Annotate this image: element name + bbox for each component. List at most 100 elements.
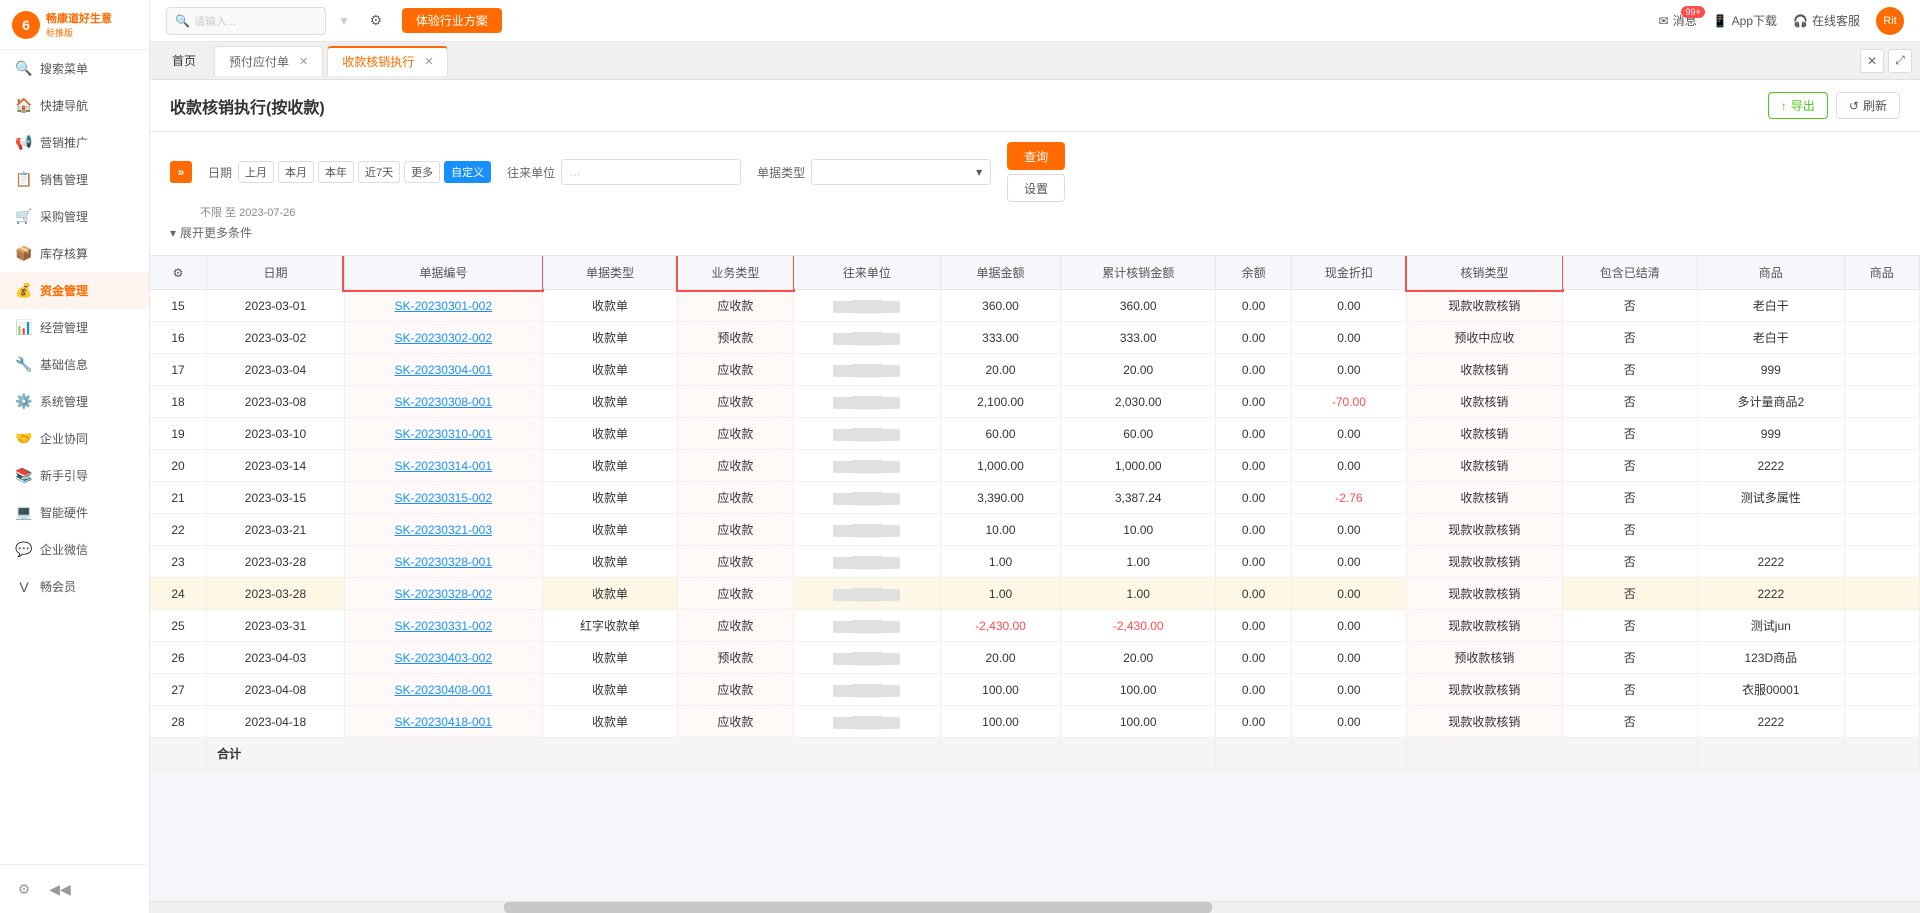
row-date: 2023-03-21 xyxy=(207,514,345,546)
sidebar-item-member[interactable]: V 畅会员 xyxy=(0,568,149,605)
sidebar-item-finance[interactable]: 💰 资金管理 xyxy=(0,272,149,309)
sidebar-item-guide[interactable]: 📚 新手引导 xyxy=(0,457,149,494)
filter-settings-button[interactable]: 设置 xyxy=(1007,174,1065,202)
row-canceltype: 预收中应收 xyxy=(1407,322,1563,354)
col-date-header[interactable]: 日期 xyxy=(207,256,345,290)
sidebar-item-corp[interactable]: 🤝 企业协同 xyxy=(0,420,149,457)
row-cashdiscount: 0.00 xyxy=(1291,642,1406,674)
col-partner-header[interactable]: 往来单位 xyxy=(793,256,940,290)
table-row: 24 2023-03-28 SK-20230328-002 收款单 应收款 ██… xyxy=(150,578,1920,610)
sidebar-logo: 6 畅康道好生意 标推版 xyxy=(0,0,149,50)
docno-link[interactable]: SK-20230310-001 xyxy=(395,427,492,441)
sidebar-item-inventory[interactable]: 📦 库存核算 xyxy=(0,235,149,272)
col-cashdiscount-header[interactable]: 现金折扣 xyxy=(1291,256,1406,290)
tab-prepay[interactable]: 预付应付单 ✕ xyxy=(214,46,323,76)
col-biztype-header[interactable]: 业务类型 xyxy=(678,256,793,290)
row-docamount: 360.00 xyxy=(941,290,1061,322)
docno-link[interactable]: SK-20230418-001 xyxy=(395,715,492,729)
filter-toggle-btn[interactable]: » xyxy=(170,161,192,183)
row-balance: 0.00 xyxy=(1216,578,1291,610)
row-cumulative: -2,430.00 xyxy=(1060,610,1216,642)
row-doctype: 收款单 xyxy=(542,546,677,578)
col-docno-header[interactable]: 单据编号 xyxy=(344,256,542,290)
table-row: 20 2023-03-14 SK-20230314-001 收款单 应收款 ██… xyxy=(150,450,1920,482)
row-partner: ████ xyxy=(793,514,940,546)
main-content: 🔍 请输入... ▼ ⚙ 体验行业方案 ✉ 消息 99+ 📱 App下载 🎧 在… xyxy=(150,0,1920,913)
user-avatar[interactable]: Rit xyxy=(1876,7,1904,35)
sidebar-item-search[interactable]: 🔍 搜索菜单 xyxy=(0,50,149,87)
topbar-search[interactable]: 🔍 请输入... xyxy=(166,7,326,35)
row-cumulative: 20.00 xyxy=(1060,642,1216,674)
row-cumulative: 2,030.00 xyxy=(1060,386,1216,418)
topbar: 🔍 请输入... ▼ ⚙ 体验行业方案 ✉ 消息 99+ 📱 App下载 🎧 在… xyxy=(150,0,1920,42)
col-doctype-header[interactable]: 单据类型 xyxy=(542,256,677,290)
topbar-gear-icon[interactable]: ⚙ xyxy=(362,7,390,35)
row-no: 26 xyxy=(150,642,207,674)
prepay-tab-close[interactable]: ✕ xyxy=(299,55,308,68)
export-button[interactable]: ↑ 导出 xyxy=(1768,92,1828,119)
sidebar-item-quicknav[interactable]: 🏠 快捷导航 xyxy=(0,87,149,124)
row-cumulative: 60.00 xyxy=(1060,418,1216,450)
col-settled-header[interactable]: 包含已结清 xyxy=(1562,256,1697,290)
solution-button[interactable]: 体验行业方案 xyxy=(402,8,502,33)
docno-link[interactable]: SK-20230321-003 xyxy=(395,523,492,537)
date-btn-this-year[interactable]: 本年 xyxy=(318,161,354,183)
docno-link[interactable]: SK-20230408-001 xyxy=(395,683,492,697)
col-product-header[interactable]: 商品 xyxy=(1698,256,1845,290)
doctype-select[interactable]: ▾ xyxy=(811,159,991,185)
sidebar-item-marketing[interactable]: 📢 营销推广 xyxy=(0,124,149,161)
sidebar-item-purchase[interactable]: 🛒 采购管理 xyxy=(0,198,149,235)
app-download-btn[interactable]: 📱 App下载 xyxy=(1713,12,1777,29)
date-btn-7days[interactable]: 近7天 xyxy=(358,161,400,183)
docno-link[interactable]: SK-20230315-002 xyxy=(395,491,492,505)
partner-input[interactable]: ... xyxy=(561,159,741,185)
row-product: 测试多属性 xyxy=(1698,482,1845,514)
settings-bottom-btn[interactable]: ⚙ xyxy=(10,875,38,903)
online-service-btn[interactable]: 🎧 在线客服 xyxy=(1793,12,1860,29)
docno-link[interactable]: SK-20230403-002 xyxy=(395,651,492,665)
docno-link[interactable]: SK-20230331-002 xyxy=(395,619,492,633)
query-button[interactable]: 查询 xyxy=(1007,142,1065,170)
col-settings-header[interactable]: ⚙ xyxy=(150,256,207,290)
col-product2-header[interactable]: 商品 xyxy=(1844,256,1919,290)
tab-close-action[interactable]: ✕ xyxy=(1860,49,1884,73)
table-container[interactable]: ⚙ 日期 单据编号 单据类型 业务类型 往来单位 单据金额 累计核销金额 余额 … xyxy=(150,256,1920,901)
table-horizontal-scrollbar[interactable] xyxy=(150,901,1920,913)
docno-link[interactable]: SK-20230328-002 xyxy=(395,587,492,601)
row-partner: ████ xyxy=(793,450,940,482)
sidebar-item-operation[interactable]: 📊 经营管理 xyxy=(0,309,149,346)
tab-collection[interactable]: 收款核销执行 ✕ xyxy=(327,46,448,76)
tab-expand-action[interactable]: ⤢ xyxy=(1888,49,1912,73)
docno-link[interactable]: SK-20230314-001 xyxy=(395,459,492,473)
col-balance-header[interactable]: 余额 xyxy=(1216,256,1291,290)
sidebar-item-sales[interactable]: 📋 销售管理 xyxy=(0,161,149,198)
tab-home[interactable]: 首页 xyxy=(158,46,210,76)
date-btn-this-month[interactable]: 本月 xyxy=(278,161,314,183)
col-canceltype-header[interactable]: 核销类型 xyxy=(1407,256,1563,290)
date-btn-custom[interactable]: 自定义 xyxy=(444,161,491,183)
sidebar-item-hardware[interactable]: 💻 智能硬件 xyxy=(0,494,149,531)
docno-link[interactable]: SK-20230308-001 xyxy=(395,395,492,409)
row-settled: 否 xyxy=(1562,706,1697,738)
row-doctype: 收款单 xyxy=(542,418,677,450)
col-docamount-header[interactable]: 单据金额 xyxy=(941,256,1061,290)
docno-link[interactable]: SK-20230304-001 xyxy=(395,363,492,377)
row-balance: 0.00 xyxy=(1216,322,1291,354)
docno-link[interactable]: SK-20230328-001 xyxy=(395,555,492,569)
sidebar-item-basic[interactable]: 🔧 基础信息 xyxy=(0,346,149,383)
docno-link[interactable]: SK-20230301-002 xyxy=(395,299,492,313)
date-btn-last-month[interactable]: 上月 xyxy=(238,161,274,183)
expand-more-btn[interactable]: ▾ 展开更多条件 xyxy=(170,224,1900,241)
row-cumulative: 333.00 xyxy=(1060,322,1216,354)
collection-tab-close[interactable]: ✕ xyxy=(424,55,433,68)
col-cumulative-header[interactable]: 累计核销金额 xyxy=(1060,256,1216,290)
sidebar-item-system[interactable]: ⚙️ 系统管理 xyxy=(0,383,149,420)
notification-btn[interactable]: ✉ 消息 99+ xyxy=(1659,12,1697,29)
row-docno: SK-20230314-001 xyxy=(344,450,542,482)
sidebar-item-label-purchase: 采购管理 xyxy=(40,208,88,225)
collapse-btn[interactable]: ◀◀ xyxy=(46,875,74,903)
docno-link[interactable]: SK-20230302-002 xyxy=(395,331,492,345)
date-btn-more[interactable]: 更多 xyxy=(404,161,440,183)
refresh-button[interactable]: ↺ 刷新 xyxy=(1836,92,1900,119)
sidebar-item-wechat[interactable]: 💬 企业微信 xyxy=(0,531,149,568)
